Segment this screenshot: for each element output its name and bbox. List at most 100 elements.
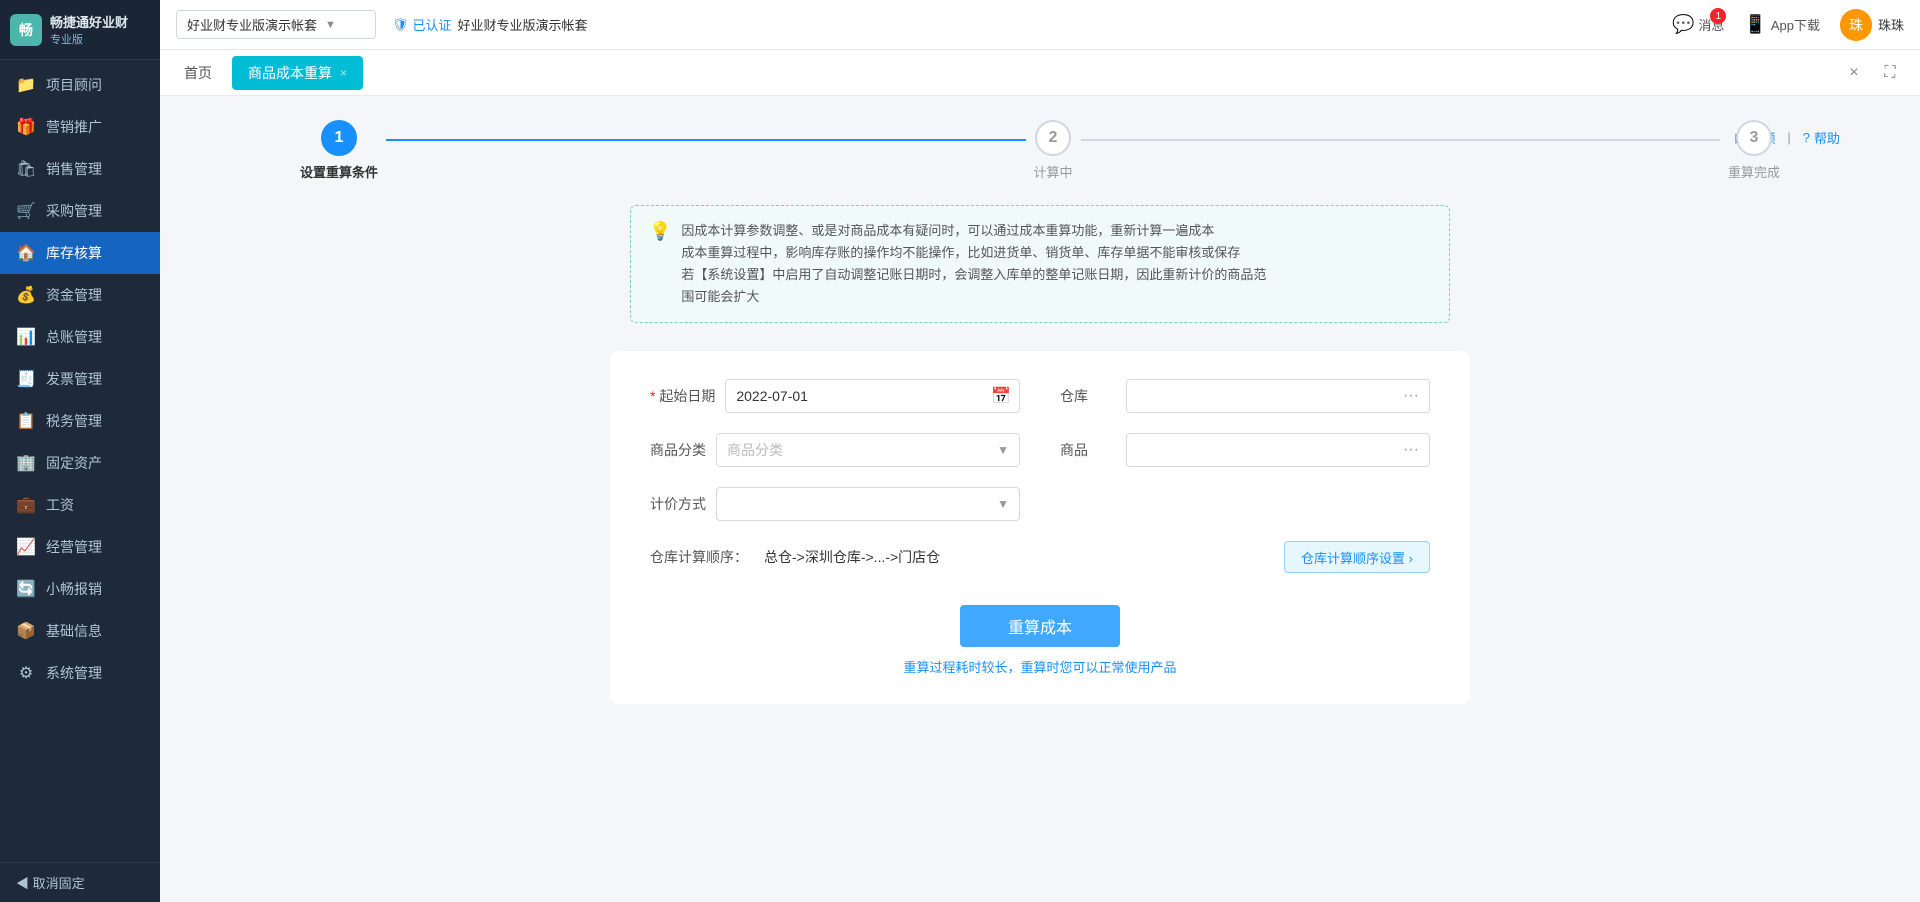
tab-close-icon[interactable]: × xyxy=(340,66,347,80)
sidebar-unpin[interactable]: ◀ 取消固定 xyxy=(0,862,160,902)
invoice-icon: 🧾 xyxy=(16,369,36,389)
pricing-select[interactable]: ▼ xyxy=(716,487,1020,521)
start-date-value: 2022-07-01 xyxy=(736,388,983,404)
tab-home[interactable]: 首页 xyxy=(168,56,228,90)
form-group-product: 商品 ··· xyxy=(1060,433,1430,467)
topbar: 好业财专业版演示帐套 ▼ 🛡 已认证 好业财专业版演示帐套 💬 消息 1 📱 A… xyxy=(160,0,1920,50)
sidebar-item-inventory[interactable]: 🏠 库存核算 xyxy=(0,232,160,274)
main-area: 好业财专业版演示帐套 ▼ 🛡 已认证 好业财专业版演示帐套 💬 消息 1 📱 A… xyxy=(160,0,1920,902)
sidebar-item-sales[interactable]: 🛍 销售管理 xyxy=(0,148,160,190)
sidebar-item-label: 营销推广 xyxy=(46,117,102,137)
form-group-pricing: 计价方式 ▼ xyxy=(650,487,1020,521)
step-3-label: 重算完成 xyxy=(1728,162,1780,181)
calendar-icon[interactable]: 📅 xyxy=(991,386,1011,406)
step-2: 2 计算中 xyxy=(1034,120,1073,181)
tab-cost-recalc[interactable]: 商品成本重算 × xyxy=(232,56,363,90)
sidebar-item-label: 销售管理 xyxy=(46,159,102,179)
tax-icon: 📋 xyxy=(16,411,36,431)
sidebar-item-invoice[interactable]: 🧾 发票管理 xyxy=(0,358,160,400)
salary-icon: 💼 xyxy=(16,495,36,515)
step-1-circle: 1 xyxy=(321,120,357,156)
step-3-circle: 3 xyxy=(1736,120,1772,156)
sidebar-item-basic[interactable]: 📦 基础信息 xyxy=(0,610,160,652)
start-date-input[interactable]: 2022-07-01 📅 xyxy=(725,379,1020,413)
sidebar: 畅 畅捷通好业财 专业版 📁 项目顾问 🎁 营销推广 🛍 销售管理 🛒 采购管理… xyxy=(0,0,160,902)
product-input[interactable]: ··· xyxy=(1126,433,1430,467)
content-area: 1 设置重算条件 2 计算中 3 重算完成 xyxy=(160,96,1920,902)
sidebar-title-group: 畅捷通好业财 专业版 xyxy=(50,12,128,47)
message-icon: 💬 xyxy=(1672,14,1694,35)
window-controls: × ⛶ xyxy=(1840,59,1912,87)
sidebar-item-marketing[interactable]: 🎁 营销推广 xyxy=(0,106,160,148)
sidebar-item-label: 项目顾问 xyxy=(46,75,102,95)
tab-cost-recalc-label: 商品成本重算 xyxy=(248,63,332,83)
sidebar-item-asset[interactable]: 🏢 固定资产 xyxy=(0,442,160,484)
tab-home-label: 首页 xyxy=(184,63,212,83)
sidebar-item-label: 总账管理 xyxy=(46,327,102,347)
account-select[interactable]: 好业财专业版演示帐套 ▼ xyxy=(176,10,376,39)
expense-icon: 🔄 xyxy=(16,579,36,599)
form-row-2: 商品分类 商品分类 ▼ 商品 ··· xyxy=(650,433,1430,467)
warehouse-order-value: 总仓->深圳仓库->...->门店仓 xyxy=(764,541,1274,567)
info-line-2: 成本重算过程中，影响库存账的操作均不能操作，比如进货单、销货单、库存单据不能审核… xyxy=(681,242,1266,264)
app-download-action[interactable]: 📱 App下载 xyxy=(1744,14,1820,35)
sidebar-item-finance[interactable]: 💰 资金管理 xyxy=(0,274,160,316)
unpin-label: ◀ 取消固定 xyxy=(16,873,85,892)
verified-badge: 🛡 已认证 好业财专业版演示帐套 xyxy=(392,15,588,34)
start-date-label: 起始日期 xyxy=(650,386,715,406)
step-line-1 xyxy=(386,139,1025,141)
basic-icon: 📦 xyxy=(16,621,36,641)
inventory-icon: 🏠 xyxy=(16,243,36,263)
pricing-label: 计价方式 xyxy=(650,494,706,514)
sidebar-item-accounting[interactable]: 📊 总账管理 xyxy=(0,316,160,358)
message-action[interactable]: 💬 消息 1 xyxy=(1672,14,1724,35)
sidebar-item-tax[interactable]: 📋 税务管理 xyxy=(0,400,160,442)
form-group-warehouse: 仓库 ··· xyxy=(1060,379,1430,413)
warehouse-order-btn[interactable]: 仓库计算顺序设置 › xyxy=(1284,541,1430,573)
sidebar-item-expense[interactable]: 🔄 小畅报销 xyxy=(0,568,160,610)
sidebar-item-operation[interactable]: 📈 经营管理 xyxy=(0,526,160,568)
form-warehouse-order-row: 仓库计算顺序： 总仓->深圳仓库->...->门店仓 仓库计算顺序设置 › xyxy=(650,541,1430,573)
recalc-button[interactable]: 重算成本 xyxy=(960,605,1120,647)
expand-button[interactable]: ⛶ xyxy=(1876,59,1904,87)
close-button[interactable]: × xyxy=(1840,59,1868,87)
sidebar-item-purchase[interactable]: 🛒 采购管理 xyxy=(0,190,160,232)
step-wizard-container: 1 设置重算条件 2 计算中 3 重算完成 xyxy=(200,120,1880,181)
app-edition: 专业版 xyxy=(50,31,128,47)
help-link[interactable]: ? 帮助 xyxy=(1803,128,1840,147)
sidebar-item-salary[interactable]: 💼 工资 xyxy=(0,484,160,526)
sidebar-item-project[interactable]: 📁 项目顾问 xyxy=(0,64,160,106)
recalc-button-label: 重算成本 xyxy=(1008,614,1072,638)
app-download-label: App下载 xyxy=(1771,15,1820,34)
sidebar-item-label: 采购管理 xyxy=(46,201,102,221)
step-2-circle: 2 xyxy=(1035,120,1071,156)
sidebar-header: 畅 畅捷通好业财 专业版 xyxy=(0,0,160,60)
more-dots-icon: ··· xyxy=(1403,441,1419,459)
sales-icon: 🛍 xyxy=(16,159,36,179)
topbar-account-name: 好业财专业版演示帐套 xyxy=(458,15,588,34)
info-icon: 💡 xyxy=(649,221,671,242)
step-wizard: 1 设置重算条件 2 计算中 3 重算完成 xyxy=(200,120,1880,181)
sidebar-item-system[interactable]: ⚙ 系统管理 xyxy=(0,652,160,694)
info-text: 因成本计算参数调整、或是对商品成本有疑问时，可以通过成本重算功能，重新计算一遍成… xyxy=(681,220,1266,308)
more-dots-icon: ··· xyxy=(1403,387,1419,405)
info-line-4: 围可能会扩大 xyxy=(681,286,1266,308)
help-icon: ? xyxy=(1803,130,1810,145)
step-line-2 xyxy=(1081,139,1720,141)
verified-label: 已认证 xyxy=(413,15,452,34)
warehouse-input[interactable]: ··· xyxy=(1126,379,1430,413)
project-icon: 📁 xyxy=(16,75,36,95)
sidebar-item-label: 经营管理 xyxy=(46,537,102,557)
sidebar-item-label: 资金管理 xyxy=(46,285,102,305)
avatar: 珠 xyxy=(1840,9,1872,41)
category-label: 商品分类 xyxy=(650,440,706,460)
category-select[interactable]: 商品分类 ▼ xyxy=(716,433,1020,467)
purchase-icon: 🛒 xyxy=(16,201,36,221)
step-2-label: 计算中 xyxy=(1034,162,1073,181)
finance-icon: 💰 xyxy=(16,285,36,305)
user-menu[interactable]: 珠 珠珠 xyxy=(1840,9,1904,41)
svg-text:珠: 珠 xyxy=(1849,17,1863,33)
sidebar-item-label: 税务管理 xyxy=(46,411,102,431)
sidebar-item-label: 系统管理 xyxy=(46,663,102,683)
accounting-icon: 📊 xyxy=(16,327,36,347)
